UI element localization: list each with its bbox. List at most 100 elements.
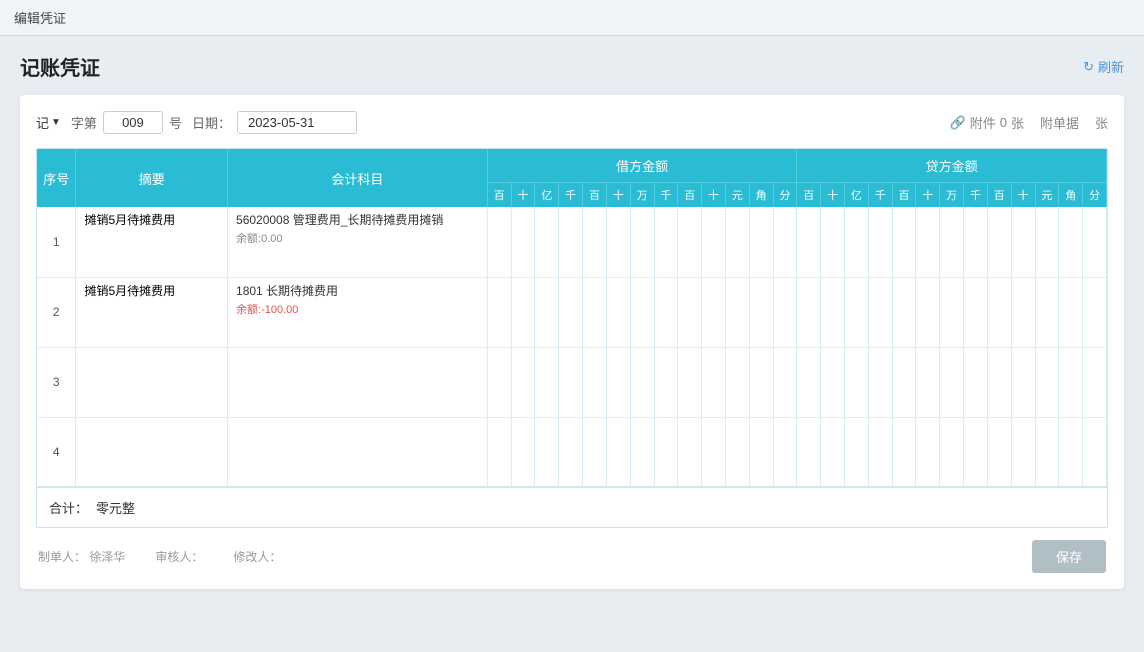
debit-cell-1-12[interactable] — [773, 207, 797, 277]
credit-cell-4-22[interactable] — [1011, 417, 1035, 487]
debit-cell-2-2[interactable] — [535, 277, 559, 347]
debit-cell-4-6[interactable] — [630, 417, 654, 487]
debit-cell-1-7[interactable] — [654, 207, 678, 277]
debit-cell-1-2[interactable] — [535, 207, 559, 277]
debit-cell-1-11[interactable] — [749, 207, 773, 277]
credit-cell-3-14[interactable] — [821, 347, 845, 417]
debit-cell-3-7[interactable] — [654, 347, 678, 417]
debit-cell-2-0[interactable] — [487, 277, 511, 347]
credit-cell-1-21[interactable] — [987, 207, 1011, 277]
credit-cell-3-21[interactable] — [987, 347, 1011, 417]
credit-cell-2-23[interactable] — [1035, 277, 1059, 347]
credit-cell-2-19[interactable] — [940, 277, 964, 347]
cell-summary-4[interactable] — [76, 417, 228, 487]
credit-cell-4-14[interactable] — [821, 417, 845, 487]
debit-cell-2-5[interactable] — [606, 277, 630, 347]
cell-seq-3[interactable]: 3 — [37, 347, 76, 417]
credit-cell-2-16[interactable] — [868, 277, 892, 347]
debit-cell-4-3[interactable] — [559, 417, 583, 487]
debit-cell-3-4[interactable] — [583, 347, 607, 417]
credit-cell-1-22[interactable] — [1011, 207, 1035, 277]
debit-cell-4-12[interactable] — [773, 417, 797, 487]
debit-cell-2-9[interactable] — [702, 277, 726, 347]
credit-cell-3-20[interactable] — [964, 347, 988, 417]
credit-cell-1-24[interactable] — [1059, 207, 1083, 277]
debit-cell-2-7[interactable] — [654, 277, 678, 347]
date-input[interactable] — [237, 111, 357, 134]
debit-cell-4-7[interactable] — [654, 417, 678, 487]
zi-di-input[interactable] — [103, 111, 163, 134]
credit-cell-4-17[interactable] — [892, 417, 916, 487]
cell-seq-2[interactable]: 2 — [37, 277, 76, 347]
credit-cell-2-18[interactable] — [916, 277, 940, 347]
credit-cell-1-23[interactable] — [1035, 207, 1059, 277]
debit-cell-3-2[interactable] — [535, 347, 559, 417]
debit-cell-3-5[interactable] — [606, 347, 630, 417]
credit-cell-4-19[interactable] — [940, 417, 964, 487]
debit-cell-1-5[interactable] — [606, 207, 630, 277]
debit-cell-2-11[interactable] — [749, 277, 773, 347]
debit-cell-3-6[interactable] — [630, 347, 654, 417]
debit-cell-2-10[interactable] — [725, 277, 749, 347]
debit-cell-2-1[interactable] — [511, 277, 535, 347]
credit-cell-3-16[interactable] — [868, 347, 892, 417]
credit-cell-4-13[interactable] — [797, 417, 821, 487]
debit-cell-4-5[interactable] — [606, 417, 630, 487]
credit-cell-1-20[interactable] — [964, 207, 988, 277]
credit-cell-1-18[interactable] — [916, 207, 940, 277]
credit-cell-4-24[interactable] — [1059, 417, 1083, 487]
debit-cell-1-6[interactable] — [630, 207, 654, 277]
debit-cell-3-11[interactable] — [749, 347, 773, 417]
credit-cell-2-21[interactable] — [987, 277, 1011, 347]
credit-cell-3-17[interactable] — [892, 347, 916, 417]
debit-cell-1-9[interactable] — [702, 207, 726, 277]
debit-cell-4-8[interactable] — [678, 417, 702, 487]
credit-cell-3-18[interactable] — [916, 347, 940, 417]
credit-cell-3-24[interactable] — [1059, 347, 1083, 417]
debit-cell-2-4[interactable] — [583, 277, 607, 347]
credit-cell-1-13[interactable] — [797, 207, 821, 277]
credit-cell-3-25[interactable] — [1083, 347, 1107, 417]
debit-cell-3-9[interactable] — [702, 347, 726, 417]
cell-account-3[interactable] — [228, 347, 488, 417]
debit-cell-2-8[interactable] — [678, 277, 702, 347]
debit-cell-3-12[interactable] — [773, 347, 797, 417]
credit-cell-2-15[interactable] — [845, 277, 869, 347]
credit-cell-2-25[interactable] — [1083, 277, 1107, 347]
credit-cell-3-22[interactable] — [1011, 347, 1035, 417]
credit-cell-4-25[interactable] — [1083, 417, 1107, 487]
credit-cell-4-15[interactable] — [845, 417, 869, 487]
cell-summary-1[interactable]: 摊销5月待摊费用 — [76, 207, 228, 277]
credit-cell-2-13[interactable] — [797, 277, 821, 347]
credit-cell-4-21[interactable] — [987, 417, 1011, 487]
debit-cell-4-9[interactable] — [702, 417, 726, 487]
attach-link[interactable]: 🔗 附件 0 张 — [950, 113, 1024, 132]
cell-account-4[interactable] — [228, 417, 488, 487]
debit-cell-4-10[interactable] — [725, 417, 749, 487]
credit-cell-4-16[interactable] — [868, 417, 892, 487]
refresh-button[interactable]: ↻ 刷新 — [1083, 57, 1124, 76]
debit-cell-1-10[interactable] — [725, 207, 749, 277]
credit-cell-3-13[interactable] — [797, 347, 821, 417]
debit-cell-1-3[interactable] — [559, 207, 583, 277]
debit-cell-3-10[interactable] — [725, 347, 749, 417]
debit-cell-4-1[interactable] — [511, 417, 535, 487]
credit-cell-4-23[interactable] — [1035, 417, 1059, 487]
debit-cell-3-1[interactable] — [511, 347, 535, 417]
debit-cell-1-0[interactable] — [487, 207, 511, 277]
credit-cell-2-14[interactable] — [821, 277, 845, 347]
credit-cell-1-25[interactable] — [1083, 207, 1107, 277]
cell-summary-2[interactable]: 摊销5月待摊费用 — [76, 277, 228, 347]
credit-cell-2-17[interactable] — [892, 277, 916, 347]
cell-account-2[interactable]: 1801 长期待摊费用余额:-100.00 — [228, 277, 488, 347]
cell-account-1[interactable]: 56020008 管理费用_长期待摊费用摊销余额:0.00 — [228, 207, 488, 277]
debit-cell-2-3[interactable] — [559, 277, 583, 347]
voucher-type-button[interactable]: 记 ▼ — [36, 113, 61, 132]
cell-summary-3[interactable] — [76, 347, 228, 417]
debit-cell-3-3[interactable] — [559, 347, 583, 417]
credit-cell-1-15[interactable] — [845, 207, 869, 277]
credit-cell-1-16[interactable] — [868, 207, 892, 277]
credit-cell-3-23[interactable] — [1035, 347, 1059, 417]
debit-cell-4-11[interactable] — [749, 417, 773, 487]
debit-cell-2-12[interactable] — [773, 277, 797, 347]
